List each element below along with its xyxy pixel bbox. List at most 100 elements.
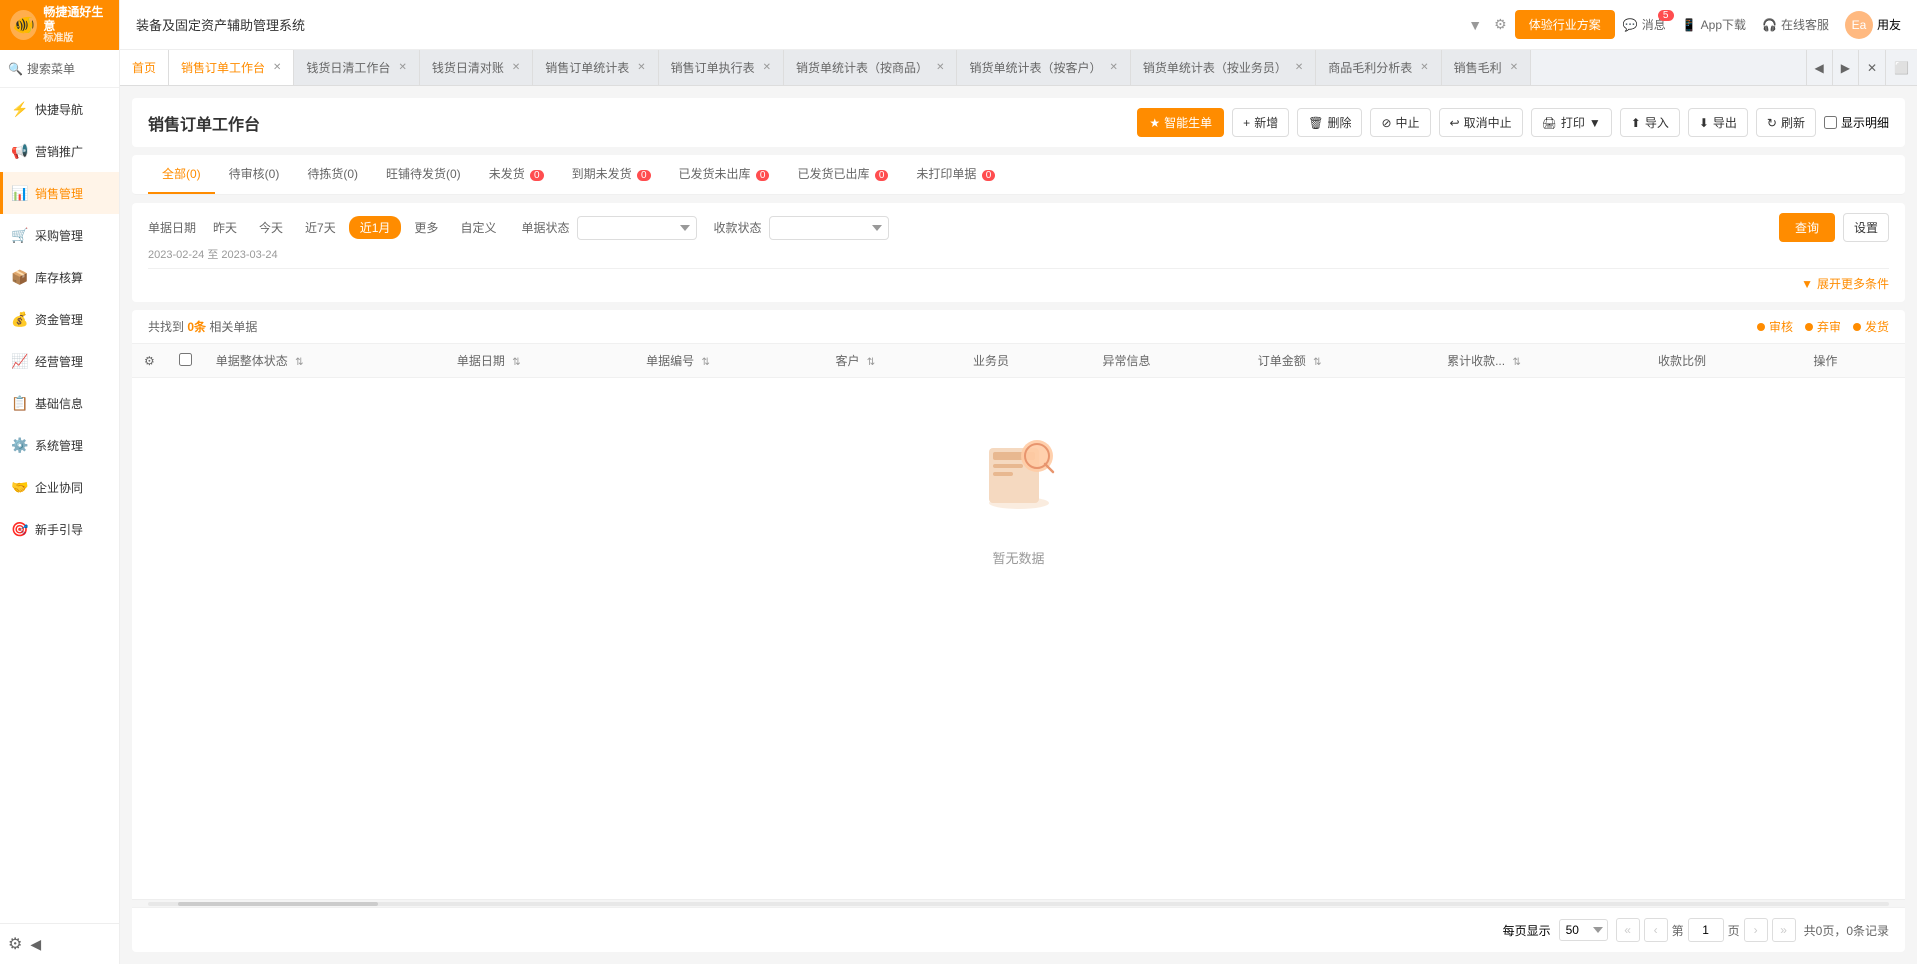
status-sort-icon[interactable]: ⇅ (295, 357, 303, 368)
sidebar-item-purchase[interactable]: 🛒 采购管理 (0, 214, 119, 256)
date-option-yesterday[interactable]: 昨天 (204, 216, 246, 239)
first-page-btn[interactable]: « (1616, 918, 1640, 942)
tab-cashflow-daily[interactable]: 钱货日清工作台 ✕ (294, 50, 419, 86)
sub-tab-overdue-ship[interactable]: 到期未发货 0 (558, 155, 665, 194)
sidebar-item-operation[interactable]: 📈 经营管理 (0, 340, 119, 382)
online-service-item[interactable]: 🎧 在线客服 (1762, 16, 1829, 33)
last-page-btn[interactable]: » (1772, 918, 1796, 942)
tab-close-icon[interactable]: ✕ (273, 62, 281, 73)
sidebar-item-enterprise[interactable]: 🤝 企业协同 (0, 466, 119, 508)
tab-sales-stats[interactable]: 销售订单统计表 ✕ (533, 50, 658, 86)
table-scroll-area[interactable]: ⚙ 单据整体状态 ⇅ 单据日期 ⇅ (132, 344, 1905, 899)
user-menu[interactable]: Ea 用友 (1845, 11, 1901, 39)
collapse-icon[interactable]: ◀ (30, 936, 41, 953)
tab-close-icon[interactable]: ✕ (512, 62, 520, 73)
tab-sales-by-customer[interactable]: 销货单统计表（按客户） ✕ (957, 50, 1130, 86)
settings-icon[interactable]: ⚙ (1494, 16, 1507, 33)
delete-btn[interactable]: 🗑 删除 (1297, 108, 1362, 137)
cancel-review-action-btn[interactable]: 弃审 (1805, 318, 1841, 335)
experience-btn[interactable]: 体验行业方案 (1515, 10, 1615, 39)
tab-next-btn[interactable]: ▶ (1832, 50, 1858, 86)
sub-tab-pending-review[interactable]: 待审核(0) (215, 155, 294, 194)
settings-gear-icon[interactable]: ⚙ (8, 934, 22, 954)
review-action-btn[interactable]: 审核 (1757, 318, 1793, 335)
sidebar-item-basic[interactable]: 📋 基础信息 (0, 382, 119, 424)
tab-sales-order-workbench[interactable]: 销售订单工作台 ✕ (169, 50, 294, 86)
sub-tab-not-shipped[interactable]: 未发货 0 (475, 155, 558, 194)
sidebar-item-system[interactable]: ⚙️ 系统管理 (0, 424, 119, 466)
dropdown-arrow-icon[interactable]: ▼ (1468, 17, 1482, 33)
sidebar-item-marketing[interactable]: 📢 营销推广 (0, 130, 119, 172)
column-settings-icon[interactable]: ⚙ (144, 354, 155, 368)
sidebar-item-finance[interactable]: 💰 资金管理 (0, 298, 119, 340)
date-option-custom[interactable]: 自定义 (451, 216, 505, 239)
status-select[interactable] (577, 216, 697, 240)
refresh-btn[interactable]: ↻ 刷新 (1756, 108, 1816, 137)
expand-filter-btn[interactable]: ▼ 展开更多条件 (1801, 275, 1889, 292)
sub-tab-wangpu-ship[interactable]: 旺铺待发货(0) (372, 155, 475, 194)
prev-page-btn[interactable]: ‹ (1644, 918, 1668, 942)
sub-tab-shipped-not-out[interactable]: 已发货未出库 0 (665, 155, 784, 194)
tab-sales-exec[interactable]: 销售订单执行表 ✕ (659, 50, 784, 86)
tab-gross-profit[interactable]: 商品毛利分析表 ✕ (1316, 50, 1441, 86)
col-settings[interactable]: ⚙ (132, 344, 167, 378)
tab-close-icon[interactable]: ✕ (763, 62, 771, 73)
page-number-input[interactable] (1688, 918, 1724, 942)
add-btn[interactable]: + 新增 (1232, 108, 1289, 137)
horizontal-scrollbar[interactable] (132, 899, 1905, 907)
ship-action-btn[interactable]: 发货 (1853, 318, 1889, 335)
tab-sales-by-staff[interactable]: 销货单统计表（按业务员） ✕ (1131, 50, 1316, 86)
date-option-today[interactable]: 今天 (250, 216, 292, 239)
tab-close-icon[interactable]: ✕ (637, 62, 645, 73)
sidebar-item-guide[interactable]: 🎯 新手引导 (0, 508, 119, 550)
print-btn[interactable]: 🖨 打印 ▼ (1531, 108, 1612, 137)
date-option-more[interactable]: 更多 (405, 216, 447, 239)
tab-sales-by-product[interactable]: 销货单统计表（按商品） ✕ (784, 50, 957, 86)
cancel-stop-btn[interactable]: ↩ 取消中止 (1439, 108, 1523, 137)
customer-sort-icon[interactable]: ⇅ (867, 357, 875, 368)
tab-close-all-btn[interactable]: ✕ (1858, 50, 1885, 86)
select-all-checkbox[interactable] (179, 353, 192, 366)
sidebar-item-quick-nav[interactable]: ⚡ 快捷导航 (0, 88, 119, 130)
collected-sort-icon[interactable]: ⇅ (1512, 357, 1520, 368)
export-btn[interactable]: ⬇ 导出 (1688, 108, 1748, 137)
scrollbar-thumb[interactable] (178, 902, 378, 906)
tab-close-icon[interactable]: ✕ (1295, 62, 1303, 73)
sidebar-item-search[interactable]: 🔍 搜索菜单 (0, 50, 119, 88)
tab-close-icon[interactable]: ✕ (1109, 62, 1117, 73)
tab-close-icon[interactable]: ✕ (936, 62, 944, 73)
query-btn[interactable]: 查询 (1779, 213, 1835, 242)
smart-create-btn[interactable]: ★ 智能生单 (1137, 108, 1224, 137)
sub-tab-pending-pick[interactable]: 待拣货(0) (293, 155, 372, 194)
col-checkbox[interactable] (167, 344, 204, 378)
collection-select[interactable] (769, 216, 889, 240)
tab-close-icon[interactable]: ✕ (1510, 62, 1518, 73)
page-size-select[interactable]: 50 20 100 (1559, 919, 1608, 941)
tab-maximize-btn[interactable]: ⬜ (1885, 50, 1917, 86)
message-item[interactable]: 💬 消息 5 (1623, 16, 1666, 33)
number-sort-icon[interactable]: ⇅ (702, 357, 710, 368)
sub-tab-not-printed[interactable]: 未打印单据 0 (902, 155, 1009, 194)
show-detail-checkbox[interactable] (1824, 116, 1837, 129)
sidebar-item-inventory[interactable]: 📦 库存核算 (0, 256, 119, 298)
sub-tab-all[interactable]: 全部(0) (148, 155, 215, 194)
sub-tab-shipped-out[interactable]: 已发货已出库 0 (783, 155, 902, 194)
next-page-btn[interactable]: › (1744, 918, 1768, 942)
stop-btn[interactable]: ⊘ 中止 (1370, 108, 1430, 137)
date-option-1month[interactable]: 近1月 (349, 216, 402, 239)
tab-sales-margin[interactable]: 销售毛利 ✕ (1442, 50, 1531, 86)
scrollbar-track[interactable] (148, 902, 1889, 906)
amount-sort-icon[interactable]: ⇅ (1313, 357, 1321, 368)
date-option-7days[interactable]: 近7天 (296, 216, 345, 239)
tab-close-icon[interactable]: ✕ (1420, 62, 1428, 73)
show-detail-toggle[interactable]: 显示明细 (1824, 114, 1889, 131)
tab-close-icon[interactable]: ✕ (398, 62, 406, 73)
date-sort-icon[interactable]: ⇅ (512, 357, 520, 368)
tab-prev-btn[interactable]: ◀ (1806, 50, 1832, 86)
import-btn[interactable]: ⬆ 导入 (1620, 108, 1680, 137)
tab-cashflow-reconcile[interactable]: 钱货日清对账 ✕ (420, 50, 533, 86)
filter-settings-btn[interactable]: 设置 (1843, 213, 1889, 242)
tab-home[interactable]: 首页 (120, 50, 169, 86)
sidebar-item-sales[interactable]: 📊 销售管理 (0, 172, 119, 214)
app-download-item[interactable]: 📱 App下载 (1682, 16, 1746, 33)
